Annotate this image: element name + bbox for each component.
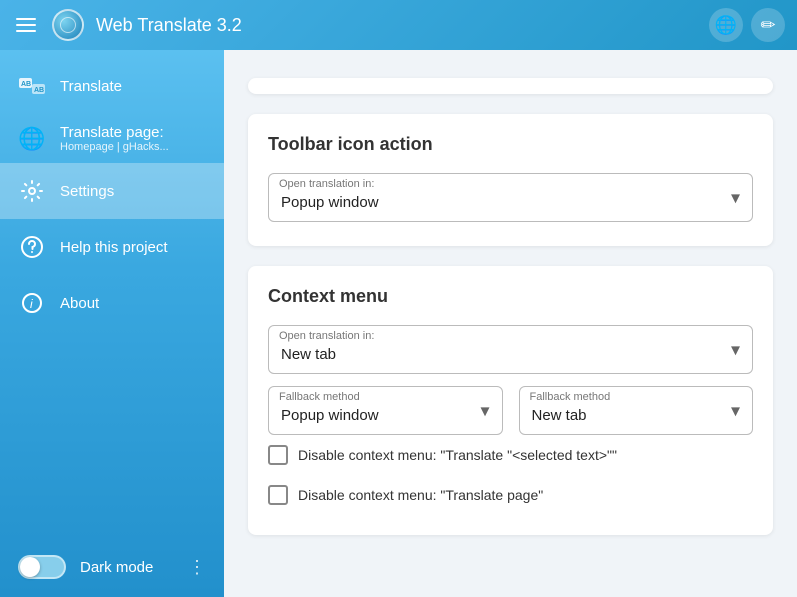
topbar-actions: 🌐 ✏	[709, 8, 785, 42]
fallback2-value: New tab	[532, 407, 713, 424]
dark-mode-label: Dark mode	[80, 559, 153, 576]
fallback1-arrow-icon: ▾	[480, 400, 489, 421]
fallback2-arrow-icon: ▾	[731, 400, 740, 421]
fallback1-dropdown[interactable]: Fallback method Popup window ▾	[268, 386, 503, 435]
sidebar-settings-label: Settings	[60, 183, 114, 200]
sidebar-translate-label: Translate	[60, 78, 122, 95]
checkbox-row-selected-text[interactable]: Disable context menu: "Translate "<selec…	[268, 435, 753, 475]
sidebar-help-label: Help this project	[60, 239, 168, 256]
fallback1-label: Fallback method	[279, 391, 360, 403]
translate-page-text: Translate page: Homepage | gHacks...	[60, 124, 169, 153]
app-globe-icon	[52, 9, 84, 41]
svg-text:B: B	[26, 81, 31, 88]
fallback2-dropdown[interactable]: Fallback method New tab ▾	[519, 386, 754, 435]
toolbar-dropdown-arrow-icon: ▾	[731, 187, 740, 208]
more-options-icon[interactable]: ⋮	[188, 557, 206, 578]
svg-text:B: B	[39, 87, 44, 94]
settings-icon	[18, 177, 46, 205]
topbar: Web Translate 3.2 🌐 ✏	[0, 0, 797, 50]
translate-page-sublabel: Homepage | gHacks...	[60, 141, 169, 153]
toolbar-section: Toolbar icon action Open translation in:…	[248, 114, 773, 246]
fallback-dropdowns: Fallback method Popup window ▾ Fallback …	[268, 386, 753, 435]
translate-page-label: Translate page:	[60, 124, 169, 141]
sidebar-dark-mode-row: Dark mode ⋮	[0, 545, 224, 589]
globe-button[interactable]: 🌐	[709, 8, 743, 42]
checkbox-translate-page-label: Disable context menu: "Translate page"	[298, 487, 543, 503]
context-menu-section-title: Context menu	[268, 286, 753, 307]
checkbox-translate-page[interactable]	[268, 485, 288, 505]
toolbar-dropdown-value: Popup window	[281, 194, 712, 211]
content-inner: Toolbar icon action Open translation in:…	[224, 50, 797, 579]
translate-icon: A B A B	[18, 72, 46, 100]
sidebar-item-translate[interactable]: A B A B Translate	[0, 58, 224, 114]
edit-button[interactable]: ✏	[751, 8, 785, 42]
fallback1-value: Popup window	[281, 407, 462, 424]
sidebar-about-label: About	[60, 295, 99, 312]
translate-page-icon: 🌐	[18, 125, 46, 153]
content-area: Toolbar icon action Open translation in:…	[224, 50, 797, 597]
checkbox-selected-text-label: Disable context menu: "Translate "<selec…	[298, 447, 617, 463]
about-icon: i	[18, 289, 46, 317]
sidebar-item-about[interactable]: i About	[0, 275, 224, 331]
main-layout: A B A B Translate 🌐 Translate page: Home…	[0, 50, 797, 597]
fallback2-label: Fallback method	[530, 391, 611, 403]
checkbox-selected-text[interactable]	[268, 445, 288, 465]
checkbox-row-translate-page[interactable]: Disable context menu: "Translate page"	[268, 475, 753, 515]
sidebar-item-translate-page[interactable]: 🌐 Translate page: Homepage | gHacks...	[0, 114, 224, 163]
context-dropdown-label: Open translation in:	[279, 330, 374, 342]
toolbar-dropdown-label: Open translation in:	[279, 178, 374, 190]
menu-icon[interactable]	[12, 14, 40, 36]
sidebar-item-settings[interactable]: Settings	[0, 163, 224, 219]
context-dropdown-value: New tab	[281, 346, 712, 363]
context-dropdown-arrow-icon: ▾	[731, 339, 740, 360]
dark-mode-toggle[interactable]	[18, 555, 66, 579]
toolbar-open-translation-dropdown[interactable]: Open translation in: Popup window ▾	[268, 173, 753, 222]
context-open-translation-dropdown[interactable]: Open translation in: New tab ▾	[268, 325, 753, 374]
svg-text:i: i	[30, 297, 33, 311]
sidebar: A B A B Translate 🌐 Translate page: Home…	[0, 50, 224, 597]
help-icon	[18, 233, 46, 261]
sidebar-item-help[interactable]: Help this project	[0, 219, 224, 275]
app-title: Web Translate 3.2	[96, 15, 697, 36]
toolbar-section-title: Toolbar icon action	[268, 134, 753, 155]
context-menu-section: Context menu Open translation in: New ta…	[248, 266, 773, 535]
toggle-knob	[20, 557, 40, 577]
